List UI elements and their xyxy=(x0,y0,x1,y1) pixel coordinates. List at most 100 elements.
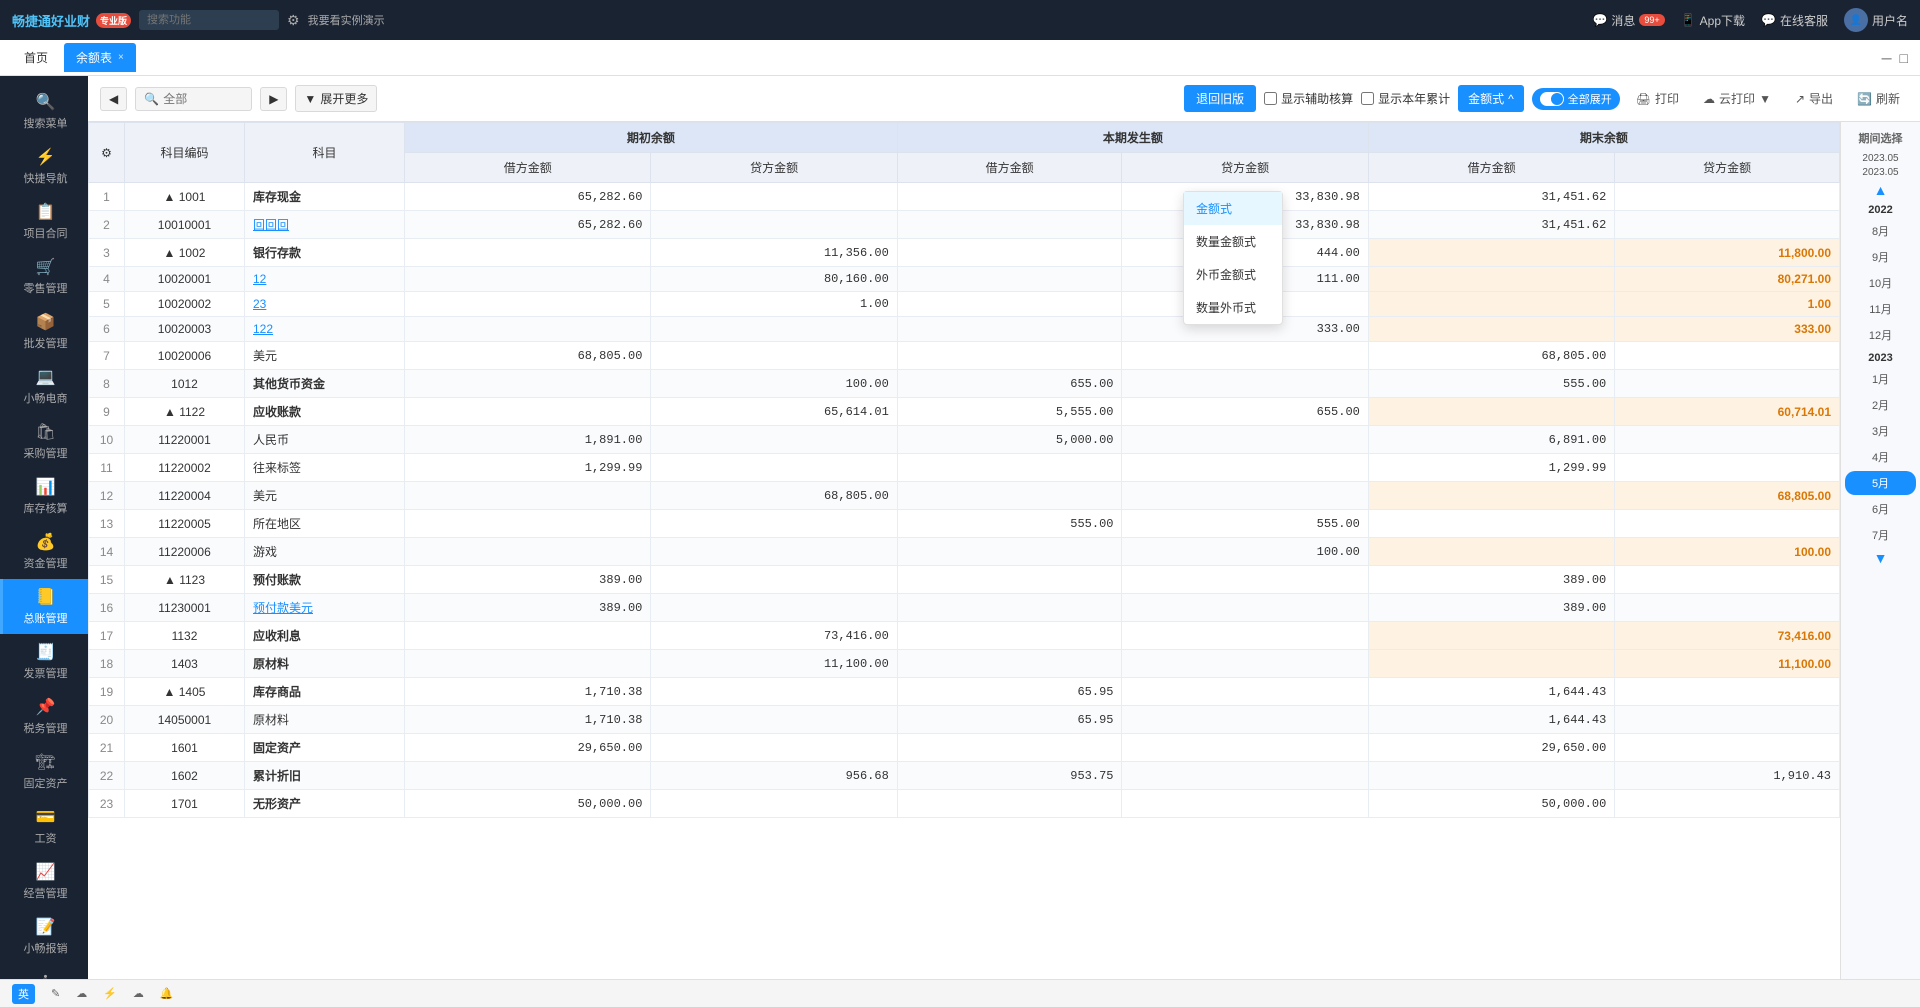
print-button[interactable]: 🖨 打印 xyxy=(1628,86,1687,111)
top-search-input[interactable] xyxy=(139,10,279,30)
account-name-cell[interactable]: 美元 xyxy=(245,482,405,510)
account-name-cell[interactable]: 所在地区 xyxy=(245,510,405,538)
account-name-cell[interactable]: 应收账款 xyxy=(245,398,405,426)
period-oct[interactable]: 10月 xyxy=(1845,271,1916,295)
amount-style-button[interactable]: 金额式 ^ xyxy=(1458,85,1524,112)
account-name-cell[interactable]: 应收利息 xyxy=(245,622,405,650)
sidebar-item-fixed-assets[interactable]: 🏗 固定资产 xyxy=(0,744,88,799)
app-download-link[interactable]: 📱 App下载 xyxy=(1681,12,1745,29)
status-icon-edit[interactable]: ✎ xyxy=(51,987,60,1000)
tab-close-button[interactable]: × xyxy=(118,52,124,63)
account-name-cell[interactable]: 预付账款 xyxy=(245,566,405,594)
account-name-cell[interactable]: 12 xyxy=(245,267,405,292)
account-name-cell[interactable]: 原材料 xyxy=(245,650,405,678)
account-name-cell[interactable]: 往来标签 xyxy=(245,454,405,482)
period-feb[interactable]: 2月 xyxy=(1845,393,1916,417)
sidebar-item-salary[interactable]: 💳 工资 xyxy=(0,799,88,854)
cloud-print-button[interactable]: ☁ 云打印 ▼ xyxy=(1695,86,1779,111)
period-dec[interactable]: 12月 xyxy=(1845,323,1916,347)
period-jun[interactable]: 6月 xyxy=(1845,497,1916,521)
account-name-cell[interactable]: 美元 xyxy=(245,342,405,370)
refresh-button[interactable]: 🔄 刷新 xyxy=(1849,86,1908,111)
account-code-cell: 14050001 xyxy=(125,706,245,734)
period-apr[interactable]: 4月 xyxy=(1845,445,1916,469)
balance-table-container[interactable]: ⚙ 科目编码 科目 期初余额 本期发生额 期末余额 借方金额 贷方金额 借方金额… xyxy=(88,122,1840,979)
account-name-cell[interactable]: 预付款美元 xyxy=(245,594,405,622)
account-name-cell[interactable]: 23 xyxy=(245,292,405,317)
notification-icon-area[interactable]: 💬 消息 99+ xyxy=(1592,12,1664,29)
account-name-cell[interactable]: 无形资产 xyxy=(245,790,405,818)
period-jul[interactable]: 7月 xyxy=(1845,523,1916,547)
tab-balance-sheet[interactable]: 余额表 × xyxy=(64,43,136,72)
account-name-cell[interactable]: 银行存款 xyxy=(245,239,405,267)
period-aug[interactable]: 8月 xyxy=(1845,219,1916,243)
sidebar-item-tax[interactable]: 📌 税务管理 xyxy=(0,689,88,744)
dropdown-item-qty-amount[interactable]: 数量金额式 xyxy=(1184,225,1282,258)
account-name-cell[interactable]: 原材料 xyxy=(245,706,405,734)
account-name-cell[interactable]: 人民币 xyxy=(245,426,405,454)
sidebar-item-invoice[interactable]: 🧾 发票管理 xyxy=(0,634,88,689)
period-sep[interactable]: 9月 xyxy=(1845,245,1916,269)
sidebar-item-contract[interactable]: 📋 项目合同 xyxy=(0,194,88,249)
dropdown-item-qty-foreign[interactable]: 数量外币式 xyxy=(1184,291,1282,324)
toggle-expand-button[interactable]: 全部展开 xyxy=(1532,88,1620,110)
sidebar-item-expense[interactable]: 📝 小畅报销 xyxy=(0,909,88,964)
year-total-checkbox-input[interactable] xyxy=(1361,92,1374,105)
sidebar-item-inventory[interactable]: 📊 库存核算 xyxy=(0,469,88,524)
period-may[interactable]: 5月 xyxy=(1845,471,1916,495)
account-name-cell[interactable]: 其他货币资金 xyxy=(245,370,405,398)
period-nov[interactable]: 11月 xyxy=(1845,297,1916,321)
settings-gear-icon[interactable]: ⚙ xyxy=(287,12,300,29)
sidebar-item-basic-info[interactable]: ℹ 基础信息 xyxy=(0,964,88,979)
account-name-cell[interactable]: 固定资产 xyxy=(245,734,405,762)
expand-more-button[interactable]: ▼ 展开更多 xyxy=(295,85,377,112)
status-icon-bell[interactable]: 🔔 xyxy=(160,987,174,1000)
period-nav-down[interactable]: ▼ xyxy=(1874,550,1888,566)
account-name-cell[interactable]: 游戏 xyxy=(245,538,405,566)
settings-col-header[interactable]: ⚙ xyxy=(89,123,125,183)
user-area[interactable]: 👤 用户名 xyxy=(1844,8,1908,32)
account-search-input[interactable] xyxy=(163,92,243,106)
management-icon: 📈 xyxy=(36,862,56,882)
maximize-button[interactable]: □ xyxy=(1900,50,1908,66)
auxiliary-checkbox-input[interactable] xyxy=(1264,92,1277,105)
sidebar-item-ledger[interactable]: 📒 总账管理 xyxy=(0,579,88,634)
return-old-version-button[interactable]: 退回旧版 xyxy=(1184,85,1256,112)
account-name-cell[interactable]: 回回回 xyxy=(245,211,405,239)
lang-toggle[interactable]: 英 xyxy=(12,984,35,1004)
cd-debit-cell xyxy=(897,482,1122,510)
sidebar-item-purchase[interactable]: 🛍 采购管理 xyxy=(0,414,88,469)
period-jan[interactable]: 1月 xyxy=(1845,367,1916,391)
sidebar-item-retail[interactable]: 🛒 零售管理 xyxy=(0,249,88,304)
tab-home[interactable]: 首页 xyxy=(12,43,60,72)
dropdown-item-amount[interactable]: 金额式 xyxy=(1184,192,1282,225)
account-search-box[interactable]: 🔍 xyxy=(135,87,252,111)
export-button[interactable]: ↗ 导出 xyxy=(1787,86,1841,111)
dropdown-item-foreign-amount[interactable]: 外币金额式 xyxy=(1184,258,1282,291)
sidebar-item-wholesale[interactable]: 📦 批发管理 xyxy=(0,304,88,359)
sidebar-item-nav[interactable]: ⚡ 快捷导航 xyxy=(0,139,88,194)
status-icon-cloud2[interactable]: ☁ xyxy=(133,987,144,1000)
show-year-total-checkbox[interactable]: 显示本年累计 xyxy=(1361,90,1450,107)
sidebar-item-finance[interactable]: 💰 资金管理 xyxy=(0,524,88,579)
nav-forward-button[interactable]: ▶ xyxy=(260,87,287,111)
sidebar-item-management[interactable]: 📈 经营管理 xyxy=(0,854,88,909)
nav-back-button[interactable]: ◀ xyxy=(100,87,127,111)
sidebar-label-tax: 税务管理 xyxy=(24,720,68,736)
account-name-cell[interactable]: 库存商品 xyxy=(245,678,405,706)
account-name-cell[interactable]: 累计折旧 xyxy=(245,762,405,790)
account-name-cell[interactable]: 122 xyxy=(245,317,405,342)
demo-link[interactable]: 我要看实例演示 xyxy=(308,12,385,28)
minimize-button[interactable]: ─ xyxy=(1882,50,1892,66)
sidebar-item-search[interactable]: 🔍 搜索菜单 xyxy=(0,84,88,139)
sidebar-item-ecommerce[interactable]: 💻 小畅电商 xyxy=(0,359,88,414)
status-icon-cloud[interactable]: ☁ xyxy=(76,987,87,1000)
period-nav-up[interactable]: ▲ xyxy=(1874,182,1888,198)
online-service-link[interactable]: 💬 在线客服 xyxy=(1761,12,1828,29)
account-name-cell[interactable]: 库存现金 xyxy=(245,183,405,211)
row-number: 11 xyxy=(89,454,125,482)
period-mar[interactable]: 3月 xyxy=(1845,419,1916,443)
show-auxiliary-checkbox[interactable]: 显示辅助核算 xyxy=(1264,90,1353,107)
status-icon-bolt[interactable]: ⚡ xyxy=(103,987,117,1000)
cb-credit-cell: 68,805.00 xyxy=(1615,482,1840,510)
